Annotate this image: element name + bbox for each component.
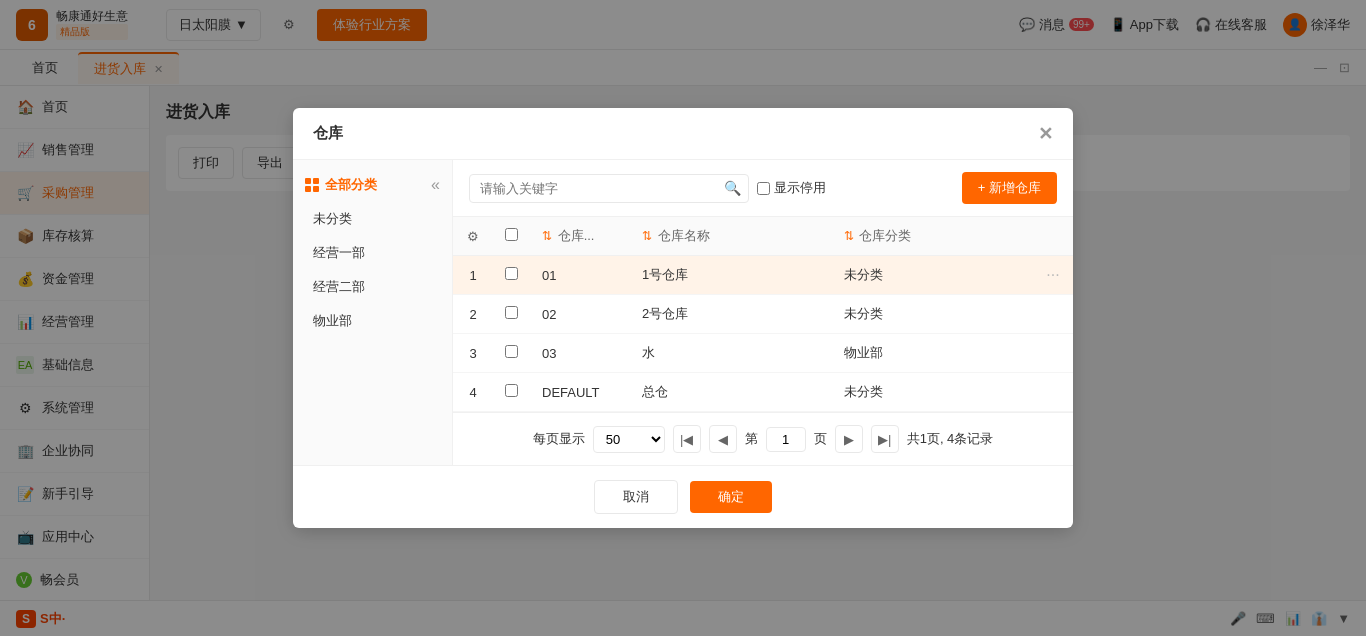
right-panel: 🔍 显示停用 + 新增仓库 ⚙: [453, 160, 1073, 465]
row-check-3: [493, 334, 530, 373]
next-page-btn[interactable]: ▶: [835, 425, 863, 453]
total-info: 共1页, 4条记录: [907, 430, 994, 448]
left-panel-toggle-icon[interactable]: «: [431, 176, 440, 194]
row-index-4: 4: [453, 373, 493, 412]
search-input[interactable]: [469, 174, 749, 203]
page-number-input[interactable]: [766, 427, 806, 452]
row-category-4: 未分类: [832, 373, 1034, 412]
dialog-body: 全部分类 « 未分类 经营一部 经营二部 物业部: [293, 160, 1073, 465]
right-panel-toolbar: 🔍 显示停用 + 新增仓库: [453, 160, 1073, 217]
row-actions-1[interactable]: ···: [1033, 256, 1073, 295]
table-row[interactable]: 1 01 1号仓库 未分类 ···: [453, 256, 1073, 295]
dialog-title: 仓库: [313, 124, 343, 143]
left-panel-title: 全部分类: [305, 176, 377, 194]
dialog-header: 仓库 ✕: [293, 108, 1073, 160]
row-checkbox-4[interactable]: [505, 384, 518, 397]
table-row[interactable]: 3 03 水 物业部: [453, 334, 1073, 373]
overlay: 仓库 ✕ 全部分类 « 未分类: [0, 0, 1366, 636]
row-check-4: [493, 373, 530, 412]
left-panel-item-3[interactable]: 物业部: [293, 304, 452, 338]
left-panel-item-0[interactable]: 未分类: [293, 202, 452, 236]
page-unit: 页: [814, 430, 827, 448]
row-actions-4[interactable]: [1033, 373, 1073, 412]
row-name-2: 2号仓库: [630, 295, 832, 334]
sort-icon-name: ⇅: [642, 229, 652, 243]
row-checkbox-3[interactable]: [505, 345, 518, 358]
row-category-2: 未分类: [832, 295, 1034, 334]
row-code-4: DEFAULT: [530, 373, 630, 412]
search-wrap: 🔍: [469, 174, 749, 203]
sort-icon-category: ⇅: [844, 229, 854, 243]
first-page-btn[interactable]: |◀: [673, 425, 701, 453]
th-checkbox: [493, 217, 530, 256]
row-name-1: 1号仓库: [630, 256, 832, 295]
left-panel-item-2[interactable]: 经营二部: [293, 270, 452, 304]
show-disabled-checkbox[interactable]: [757, 182, 770, 195]
row-actions-2[interactable]: [1033, 295, 1073, 334]
confirm-button[interactable]: 确定: [690, 481, 772, 513]
row-more-icon-1[interactable]: ···: [1046, 266, 1059, 283]
row-name-4: 总仓: [630, 373, 832, 412]
table-body: 1 01 1号仓库 未分类 ···: [453, 256, 1073, 412]
row-code-3: 03: [530, 334, 630, 373]
row-name-3: 水: [630, 334, 832, 373]
page-label: 第: [745, 430, 758, 448]
warehouse-table: ⚙ ⇅ 仓库... ⇅ 仓库名称: [453, 217, 1073, 412]
select-all-checkbox[interactable]: [505, 228, 518, 241]
th-gear: ⚙: [453, 217, 493, 256]
row-index-2: 2: [453, 295, 493, 334]
last-page-btn[interactable]: ▶|: [871, 425, 899, 453]
th-code: ⇅ 仓库...: [530, 217, 630, 256]
row-index-1: 1: [453, 256, 493, 295]
row-checkbox-2[interactable]: [505, 306, 518, 319]
page-size-label: 每页显示: [533, 430, 585, 448]
row-index-3: 3: [453, 334, 493, 373]
th-category: ⇅ 仓库分类: [832, 217, 1034, 256]
warehouse-dialog: 仓库 ✕ 全部分类 « 未分类: [293, 108, 1073, 528]
table-header-row: ⚙ ⇅ 仓库... ⇅ 仓库名称: [453, 217, 1073, 256]
row-check-1: [493, 256, 530, 295]
dialog-close-icon[interactable]: ✕: [1038, 125, 1053, 143]
table-wrap: ⚙ ⇅ 仓库... ⇅ 仓库名称: [453, 217, 1073, 412]
left-panel: 全部分类 « 未分类 经营一部 经营二部 物业部: [293, 160, 453, 465]
prev-page-btn[interactable]: ◀: [709, 425, 737, 453]
add-warehouse-btn[interactable]: + 新增仓库: [962, 172, 1057, 204]
left-panel-header: 全部分类 «: [293, 168, 452, 202]
row-category-1: 未分类: [832, 256, 1034, 295]
pagination: 每页显示 50 20 100 |◀ ◀ 第 页 ▶ ▶| 共1页, 4条记录: [453, 412, 1073, 465]
row-actions-3[interactable]: [1033, 334, 1073, 373]
grid-icon: [305, 178, 319, 192]
cancel-button[interactable]: 取消: [594, 480, 678, 514]
row-code-1: 01: [530, 256, 630, 295]
left-panel-title-text: 全部分类: [325, 176, 377, 194]
left-panel-item-1[interactable]: 经营一部: [293, 236, 452, 270]
row-code-2: 02: [530, 295, 630, 334]
row-category-3: 物业部: [832, 334, 1034, 373]
row-checkbox-1[interactable]: [505, 267, 518, 280]
th-name: ⇅ 仓库名称: [630, 217, 832, 256]
page-size-select[interactable]: 50 20 100: [593, 426, 665, 453]
dialog-footer: 取消 确定: [293, 465, 1073, 528]
show-disabled-label[interactable]: 显示停用: [757, 179, 826, 197]
th-actions: [1033, 217, 1073, 256]
sort-icon-code: ⇅: [542, 229, 552, 243]
search-icon: 🔍: [724, 180, 741, 196]
row-check-2: [493, 295, 530, 334]
table-row[interactable]: 2 02 2号仓库 未分类: [453, 295, 1073, 334]
show-disabled-text: 显示停用: [774, 179, 826, 197]
table-row[interactable]: 4 DEFAULT 总仓 未分类: [453, 373, 1073, 412]
